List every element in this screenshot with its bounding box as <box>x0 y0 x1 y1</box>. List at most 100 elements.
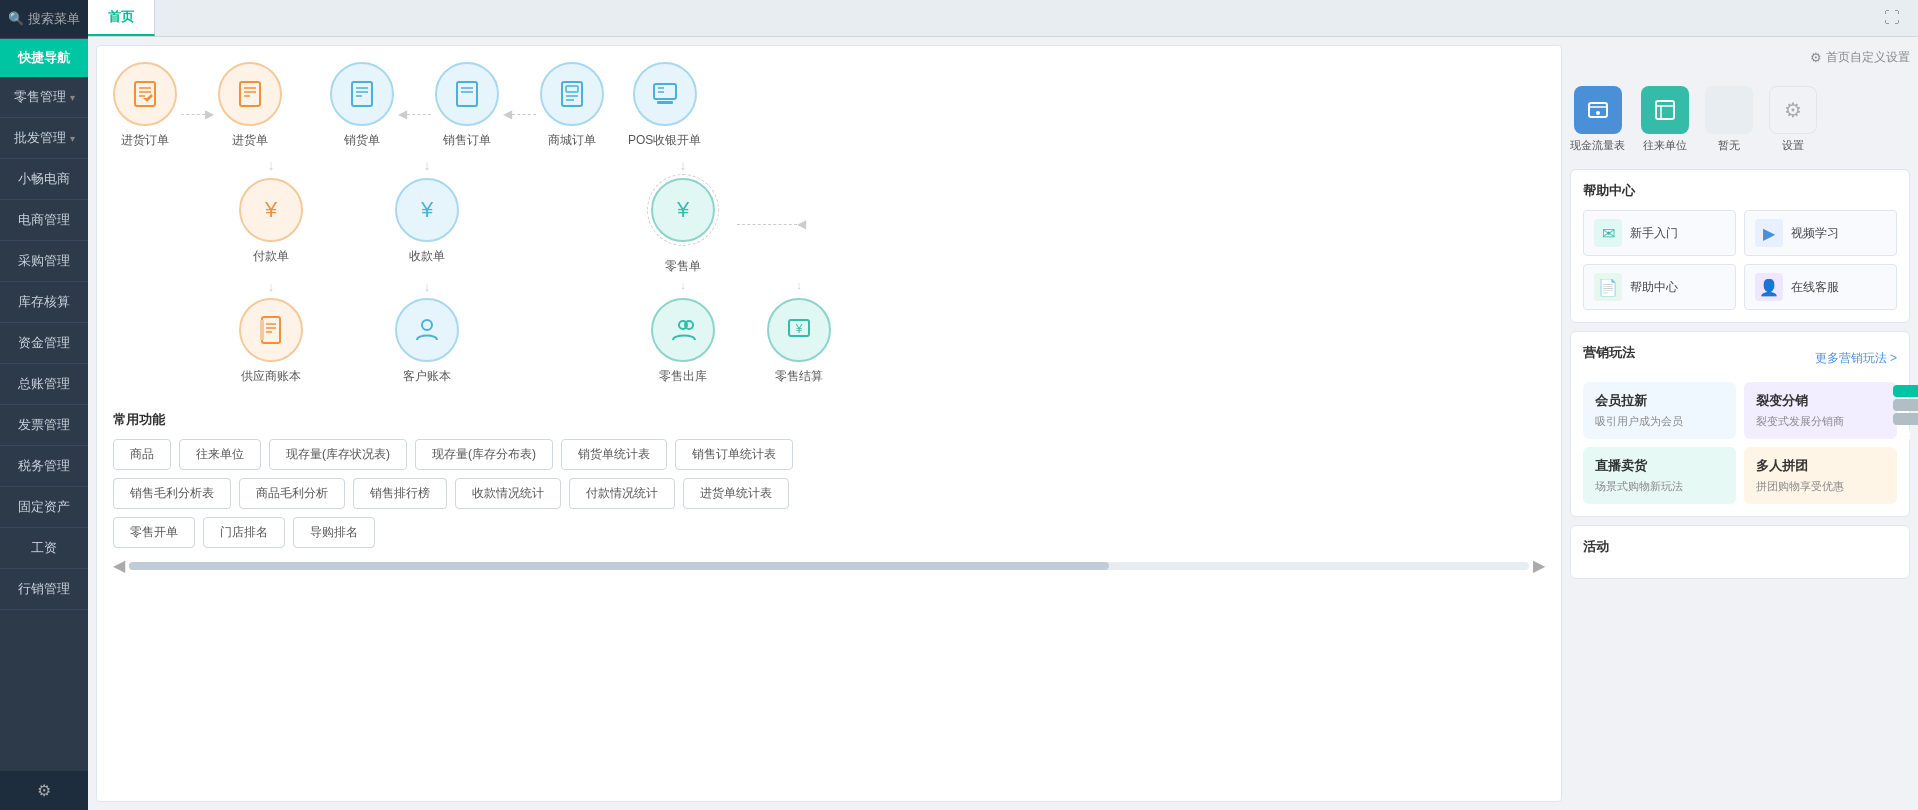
marketing-item-title: 会员拉新 <box>1595 392 1724 410</box>
func-btn-product[interactable]: 商品 <box>113 439 171 470</box>
func-btn-stock-status[interactable]: 现存量(库存状况表) <box>269 439 407 470</box>
sidebar-item-retail[interactable]: 零售管理 ▾ <box>0 77 88 118</box>
float-btn-hotline[interactable]: 客服热线 <box>1893 385 1918 397</box>
func-btn-product-margin[interactable]: 商品毛利分析 <box>239 478 345 509</box>
sidebar-item-label: 工资 <box>31 539 57 557</box>
flow-node-purchase-order[interactable]: 进货订单 <box>113 62 177 149</box>
marketing-item-title: 多人拼团 <box>1756 457 1885 475</box>
node-label: 供应商账本 <box>241 368 301 385</box>
marketing-grid: 会员拉新 吸引用户成为会员 裂变分销 裂变式发展分销商 直播卖货 场景式购物新玩… <box>1583 382 1897 504</box>
sidebar-item-marketing[interactable]: 行销管理 <box>0 569 88 610</box>
func-btn-purchase-summary[interactable]: 进货单统计表 <box>683 478 789 509</box>
scroll-track[interactable] <box>129 562 1529 570</box>
float-btn-desktop[interactable]: 桌面快捷 <box>1893 413 1918 425</box>
quick-icons-row: 现金流量表 往来单位 暂无 ⚙ 设置 <box>1570 78 1910 161</box>
sidebar-item-invoice[interactable]: 发票管理 <box>0 405 88 446</box>
flow-node-customer-ledger[interactable]: 客户账本 <box>377 298 477 385</box>
help-item-help-center[interactable]: 📄 帮助中心 <box>1583 264 1736 310</box>
flow-node-purchase[interactable]: 进货单 <box>218 62 282 149</box>
func-btn-sales-ranking[interactable]: 销售排行榜 <box>353 478 447 509</box>
tab-home[interactable]: 首页 <box>88 0 155 36</box>
activities-title: 活动 <box>1583 538 1897 556</box>
sidebar-item-assets[interactable]: 固定资产 <box>0 487 88 528</box>
flow-node-retail[interactable]: ¥ <box>651 178 715 242</box>
func-btn-sales-order-summary[interactable]: 销售订单统计表 <box>675 439 793 470</box>
sidebar-item-ecom-small[interactable]: 小畅电商 <box>0 159 88 200</box>
flow-node-pos[interactable]: POS收银开单 <box>628 62 701 149</box>
func-btn-retail-order[interactable]: 零售开单 <box>113 517 195 548</box>
sidebar-item-label: 发票管理 <box>18 416 70 434</box>
node-label: 进货订单 <box>121 132 169 149</box>
supplier-ledger-icon <box>239 298 303 362</box>
float-btn-community[interactable]: 服务社区 <box>1893 399 1918 411</box>
sidebar-settings-button[interactable]: ⚙ <box>0 771 88 810</box>
retail-out-icon <box>651 298 715 362</box>
help-grid: ✉ 新手入门 ▶ 视频学习 📄 帮助中心 👤 在线客服 <box>1583 210 1897 310</box>
flow-node-supplier-ledger[interactable]: 供应商账本 <box>221 298 321 385</box>
flow-node-sales[interactable]: 销货单 <box>330 62 394 149</box>
quick-nav-settings-label[interactable]: 首页自定义设置 <box>1826 49 1910 66</box>
marketing-header: 营销玩法 更多营销玩法 > <box>1583 344 1897 372</box>
sidebar: 🔍 搜索菜单 快捷导航 零售管理 ▾ 批发管理 ▾ 小畅电商 电商管理 采购管理… <box>0 0 88 810</box>
quick-nav-settings-bar: ⚙ 首页自定义设置 <box>1570 45 1910 70</box>
svg-rect-0 <box>135 82 155 106</box>
sales-order-icon <box>435 62 499 126</box>
help-item-video[interactable]: ▶ 视频学习 <box>1744 210 1897 256</box>
func-btn-payment-stats[interactable]: 付款情况统计 <box>569 478 675 509</box>
sidebar-item-ledger[interactable]: 总账管理 <box>0 364 88 405</box>
page-body: 进货订单 ▶ 进货单 <box>88 37 1918 810</box>
sidebar-item-inventory[interactable]: 库存核算 <box>0 282 88 323</box>
sidebar-item-tax[interactable]: 税务管理 <box>0 446 88 487</box>
sidebar-item-finance[interactable]: 资金管理 <box>0 323 88 364</box>
func-row-3: 零售开单 门店排名 导购排名 <box>113 517 1545 548</box>
quick-icon-contacts[interactable]: 往来单位 <box>1641 86 1689 153</box>
marketing-item-group[interactable]: 多人拼团 拼团购物享受优惠 <box>1744 447 1897 504</box>
sidebar-search[interactable]: 🔍 搜索菜单 <box>0 0 88 39</box>
quick-icon-cashflow[interactable]: 现金流量表 <box>1570 86 1625 153</box>
scroll-left-arrow[interactable]: ◀ <box>113 556 125 575</box>
flow-node-payment[interactable]: ¥ <box>239 178 303 242</box>
sidebar-item-wholesale[interactable]: 批发管理 ▾ <box>0 118 88 159</box>
sidebar-item-purchase[interactable]: 采购管理 <box>0 241 88 282</box>
func-btn-stock-dist[interactable]: 现存量(库存分布表) <box>415 439 553 470</box>
func-btn-receipt-stats[interactable]: 收款情况统计 <box>455 478 561 509</box>
node-label: 零售出库 <box>659 368 707 385</box>
sidebar-item-ecom-mgmt[interactable]: 电商管理 <box>0 200 88 241</box>
marketing-item-fission[interactable]: 裂变分销 裂变式发展分销商 <box>1744 382 1897 439</box>
more-marketing-link[interactable]: 更多营销玩法 > <box>1815 350 1897 367</box>
func-row-1: 商品 往来单位 现存量(库存状况表) 现存量(库存分布表) 销货单统计表 销售订… <box>113 439 1545 470</box>
func-btn-sales-summary[interactable]: 销货单统计表 <box>561 439 667 470</box>
marketing-item-live[interactable]: 直播卖货 场景式购物新玩法 <box>1583 447 1736 504</box>
marketing-item-desc: 场景式购物新玩法 <box>1595 479 1724 494</box>
scroll-right-arrow[interactable]: ▶ <box>1533 556 1545 575</box>
cashflow-icon <box>1574 86 1622 134</box>
func-btn-contacts[interactable]: 往来单位 <box>179 439 261 470</box>
help-item-beginner[interactable]: ✉ 新手入门 <box>1583 210 1736 256</box>
sidebar-item-salary[interactable]: 工资 <box>0 528 88 569</box>
flow-node-mall-order[interactable]: 商城订单 <box>540 62 604 149</box>
node-label: 进货单 <box>232 132 268 149</box>
svg-rect-16 <box>566 86 578 92</box>
flow-node-sales-order[interactable]: 销售订单 <box>435 62 499 149</box>
marketing-item-title: 裂变分销 <box>1756 392 1885 410</box>
func-btn-store-ranking[interactable]: 门店排名 <box>203 517 285 548</box>
func-btn-guide-ranking[interactable]: 导购排名 <box>293 517 375 548</box>
flow-node-retail-settle[interactable]: ¥ 零售结算 <box>749 298 849 385</box>
scroll-thumb <box>129 562 1109 570</box>
marketing-item-member[interactable]: 会员拉新 吸引用户成为会员 <box>1583 382 1736 439</box>
sidebar-item-label: 库存核算 <box>18 293 70 311</box>
gear-icon: ⚙ <box>1810 50 1822 65</box>
flow-node-receipt[interactable]: ¥ <box>395 178 459 242</box>
help-center-title: 帮助中心 <box>1583 182 1897 200</box>
help-item-online-service[interactable]: 👤 在线客服 <box>1744 264 1897 310</box>
tab-right-area: ⛶ <box>1876 0 1918 36</box>
flow-node-retail-out[interactable]: 零售出库 <box>633 298 733 385</box>
svg-rect-22 <box>657 101 673 104</box>
common-functions-title: 常用功能 <box>113 411 1545 429</box>
func-btn-gross-profit[interactable]: 销售毛利分析表 <box>113 478 231 509</box>
svg-text:¥: ¥ <box>795 322 803 336</box>
fullscreen-icon[interactable]: ⛶ <box>1876 5 1908 31</box>
quick-icon-settings[interactable]: ⚙ 设置 <box>1769 86 1817 153</box>
marketing-card: 营销玩法 更多营销玩法 > 会员拉新 吸引用户成为会员 裂变分销 裂变式发展分销… <box>1570 331 1910 517</box>
svg-rect-24 <box>260 320 264 340</box>
